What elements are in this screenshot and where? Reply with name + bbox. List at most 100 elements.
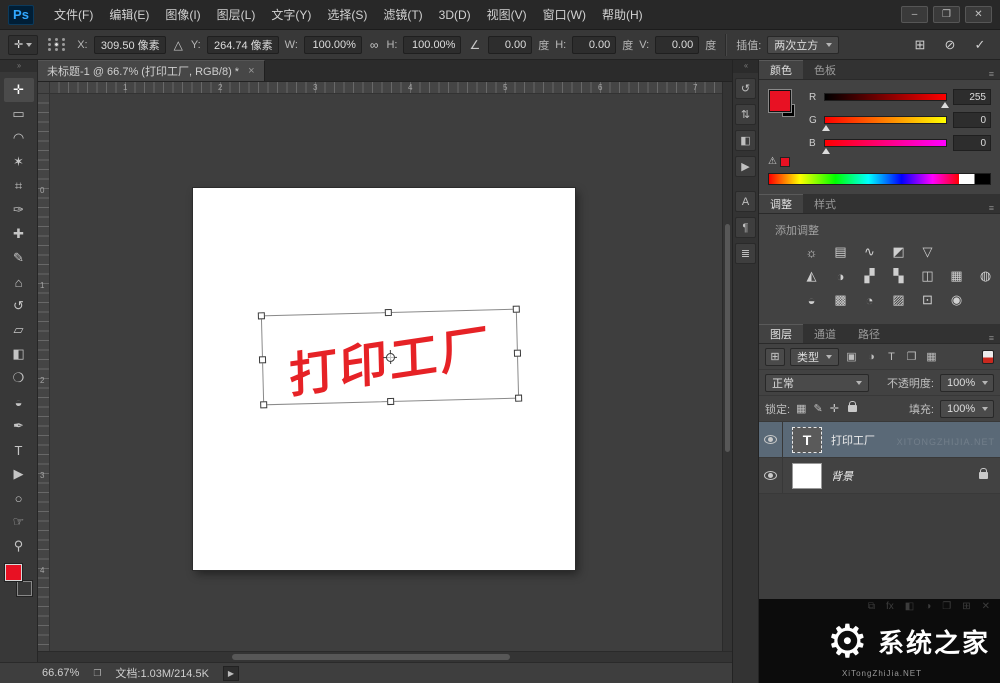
- horizontal-scrollbar-thumb[interactable]: [232, 654, 510, 660]
- layer-style-icon[interactable]: fx: [886, 601, 894, 612]
- menu-window[interactable]: 窗口(W): [535, 2, 594, 27]
- spot-healing-brush-tool[interactable]: ✚: [4, 222, 34, 246]
- filter-shape-layers-icon[interactable]: ❐: [904, 350, 919, 363]
- color-balance-icon[interactable]: ▞: [861, 268, 878, 284]
- lasso-tool[interactable]: ◠: [4, 126, 34, 150]
- document-canvas[interactable]: 打印工厂: [193, 188, 575, 570]
- menu-file[interactable]: 文件(F): [46, 2, 101, 27]
- black-white-icon[interactable]: ▚: [890, 268, 907, 284]
- blue-value-field[interactable]: 0: [953, 135, 991, 151]
- close-button[interactable]: ✕: [965, 6, 992, 23]
- curves-icon[interactable]: ∿: [861, 244, 878, 260]
- adjustment-expand-icon[interactable]: ▽: [919, 244, 936, 260]
- blue-slider-handle[interactable]: [822, 148, 830, 154]
- relative-position-toggle[interactable]: △: [172, 38, 185, 52]
- restore-button[interactable]: ❐: [933, 6, 960, 23]
- layer-row-text[interactable]: T 打印工厂: [759, 422, 1000, 458]
- layer-visibility-toggle[interactable]: [759, 422, 783, 457]
- blend-mode-select[interactable]: 正常: [765, 374, 869, 392]
- menu-layer[interactable]: 图层(L): [209, 2, 264, 27]
- minimize-button[interactable]: –: [901, 6, 928, 23]
- clone-stamp-tool[interactable]: ⌂: [4, 270, 34, 294]
- transform-handle-middle-right[interactable]: [514, 350, 521, 357]
- rectangular-marquee-tool[interactable]: ▭: [4, 102, 34, 126]
- menu-filter[interactable]: 滤镜(T): [375, 2, 430, 27]
- path-selection-tool[interactable]: ▶: [4, 462, 34, 486]
- photo-filter-icon[interactable]: ◫: [919, 268, 936, 284]
- layer-mask-icon[interactable]: ◧: [905, 601, 914, 612]
- filter-pixel-layers-icon[interactable]: ▣: [844, 350, 859, 363]
- fill-select[interactable]: 100%: [940, 400, 994, 418]
- zoom-tool[interactable]: ⚲: [4, 534, 34, 558]
- new-layer-icon[interactable]: ⊞: [962, 601, 970, 612]
- collapse-toolbar-icon[interactable]: ››: [0, 60, 37, 72]
- canvas-viewport[interactable]: 打印工厂: [50, 94, 722, 651]
- lock-transparent-pixels-icon[interactable]: ▦: [796, 402, 806, 415]
- opacity-select[interactable]: 100%: [940, 374, 994, 392]
- menu-3d[interactable]: 3D(D): [431, 4, 479, 26]
- layer-group-icon[interactable]: ❐: [942, 601, 951, 612]
- quick-selection-tool[interactable]: ✶: [4, 150, 34, 174]
- tab-channels[interactable]: 通道: [803, 324, 847, 343]
- layer-visibility-toggle[interactable]: [759, 458, 783, 493]
- dodge-tool[interactable]: ◒: [4, 390, 34, 414]
- menu-image[interactable]: 图像(I): [157, 2, 208, 27]
- lock-position-icon[interactable]: ✛: [830, 402, 839, 415]
- h-skew-field[interactable]: 0.00: [572, 36, 616, 54]
- green-value-field[interactable]: 0: [953, 112, 991, 128]
- reference-point-locator[interactable]: [48, 38, 67, 51]
- pen-tool[interactable]: ✒: [4, 414, 34, 438]
- foreground-color-swatch[interactable]: [5, 564, 22, 581]
- character-panel-icon[interactable]: A: [735, 191, 756, 212]
- x-position-field[interactable]: 309.50 像素: [94, 36, 166, 54]
- history-brush-tool[interactable]: ↺: [4, 294, 34, 318]
- document-tab[interactable]: 未标题-1 @ 66.7% (打印工厂, RGB/8) * ×: [38, 60, 265, 81]
- v-skew-field[interactable]: 0.00: [655, 36, 699, 54]
- eraser-tool[interactable]: ▱: [4, 318, 34, 342]
- interpolation-select[interactable]: 两次立方: [767, 36, 839, 54]
- transform-handle-top-middle[interactable]: [385, 309, 392, 316]
- filter-type-layers-icon[interactable]: T: [884, 351, 899, 363]
- channel-mixer-icon[interactable]: ▦: [948, 268, 965, 284]
- link-dimensions-icon[interactable]: ∞: [368, 38, 381, 52]
- horizontal-scrollbar[interactable]: [38, 651, 732, 662]
- zoom-level-field[interactable]: 66.67%: [42, 667, 79, 679]
- vibrance-icon[interactable]: ◭: [803, 268, 820, 284]
- character-styles-panel-icon[interactable]: ≣: [735, 243, 756, 264]
- transform-reference-point[interactable]: [383, 350, 397, 364]
- lock-image-pixels-icon[interactable]: ✎: [813, 402, 822, 415]
- transform-handle-bottom-middle[interactable]: [387, 398, 394, 405]
- threshold-icon[interactable]: ◔: [861, 292, 878, 308]
- tool-preset-picker[interactable]: ✛: [8, 35, 38, 55]
- transform-handle-top-left[interactable]: [258, 312, 265, 319]
- red-slider-handle[interactable]: [941, 102, 949, 108]
- invert-icon[interactable]: ◒: [803, 292, 820, 308]
- commit-transform-button[interactable]: ✓: [968, 35, 992, 55]
- filter-smart-objects-icon[interactable]: ▦: [924, 350, 939, 363]
- layer-filter-select[interactable]: 类型: [790, 348, 839, 366]
- background-layer-thumbnail[interactable]: [792, 463, 822, 489]
- tab-adjustments[interactable]: 调整: [759, 194, 803, 213]
- vertical-scrollbar[interactable]: [722, 82, 732, 651]
- adjustment-layer-icon[interactable]: ◑: [925, 601, 931, 612]
- transform-handle-bottom-right[interactable]: [515, 395, 522, 402]
- actions-panel-icon[interactable]: ▶: [735, 156, 756, 177]
- adjustment-extra-icon[interactable]: ◉: [948, 292, 965, 308]
- text-layer-thumbnail[interactable]: T: [792, 427, 822, 453]
- green-slider-handle[interactable]: [822, 125, 830, 131]
- levels-icon[interactable]: ▤: [832, 244, 849, 260]
- layer-row-background[interactable]: 背景: [759, 458, 1000, 494]
- vertical-scrollbar-thumb[interactable]: [725, 224, 730, 452]
- filter-kind-button[interactable]: ⊞: [765, 348, 785, 366]
- width-field[interactable]: 100.00%: [304, 36, 362, 54]
- ellipse-tool[interactable]: ○: [4, 486, 34, 510]
- menu-select[interactable]: 选择(S): [319, 2, 375, 27]
- tab-paths[interactable]: 路径: [847, 324, 891, 343]
- expand-dock-icon[interactable]: ‹‹: [733, 60, 758, 73]
- paragraph-panel-icon[interactable]: ¶: [735, 217, 756, 238]
- blue-slider[interactable]: [824, 139, 947, 147]
- color-lookup-icon[interactable]: ◍: [977, 268, 994, 284]
- layer-filter-toggle[interactable]: [982, 350, 994, 364]
- menu-view[interactable]: 视图(V): [479, 2, 535, 27]
- green-slider[interactable]: [824, 116, 947, 124]
